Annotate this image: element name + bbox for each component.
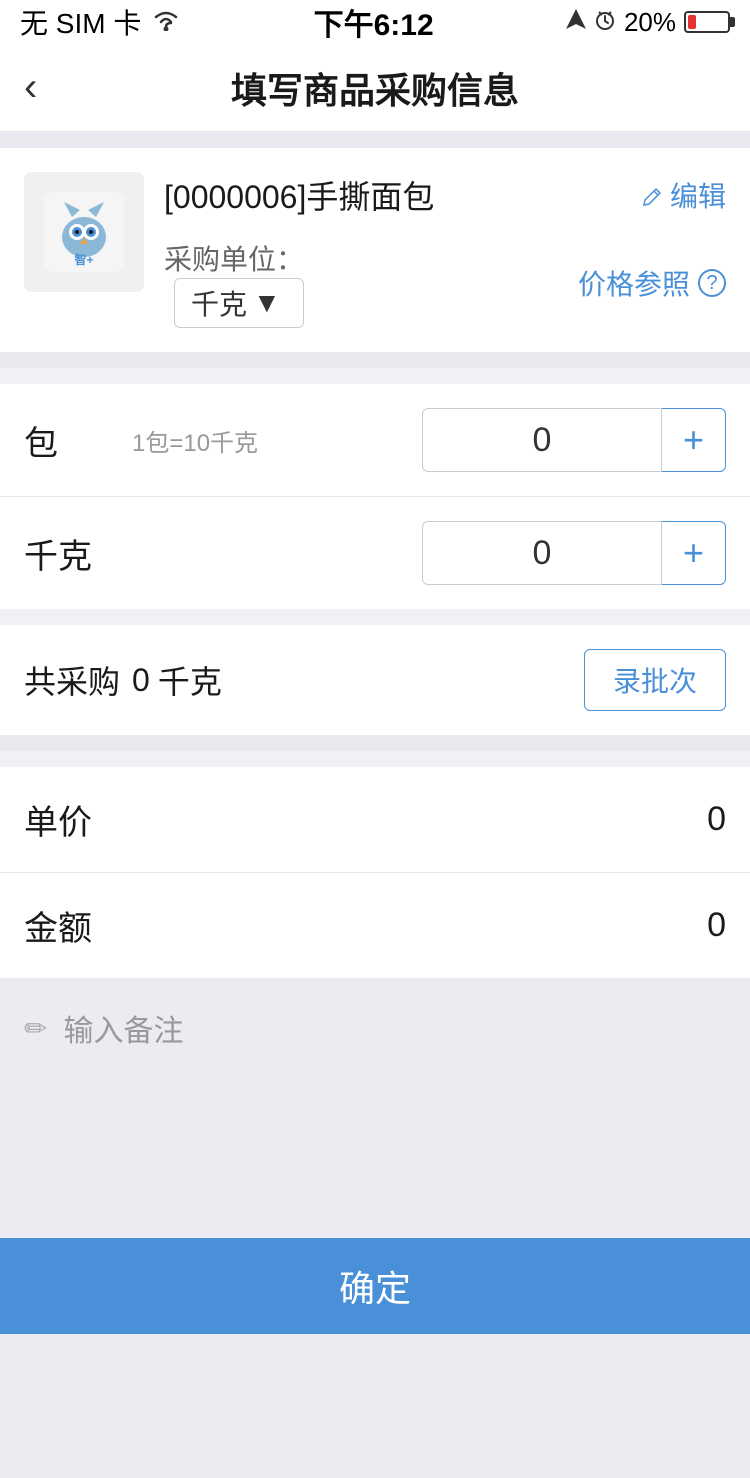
- detail-label-amount: 金额: [24, 901, 92, 950]
- status-left: 无 SIM 卡: [20, 2, 181, 42]
- svg-text:智+: 智+: [73, 252, 93, 267]
- summary-value: 0: [132, 662, 150, 699]
- battery-percent: 20%: [624, 7, 676, 38]
- summary-unit: 千克: [158, 657, 222, 703]
- battery-fill: [688, 15, 696, 29]
- nav-bar: ‹ 填写商品采购信息: [0, 44, 750, 132]
- summary-label: 共采购: [24, 657, 120, 703]
- row-sublabel-bao: 1包=10千克: [132, 423, 258, 458]
- status-right: 20%: [566, 7, 730, 38]
- detail-section: 单价 0 金额 0: [0, 767, 750, 978]
- dropdown-arrow: ▼: [253, 287, 281, 319]
- remark-section[interactable]: ✏ 输入备注: [0, 978, 750, 1078]
- edit-button[interactable]: 编辑: [642, 175, 726, 215]
- plus-button-kg[interactable]: +: [662, 521, 726, 585]
- unit-label-area: 采购单位： 千克 ▼: [164, 238, 304, 328]
- edit-label: 编辑: [670, 175, 726, 215]
- unit-label: 采购单位：: [164, 244, 304, 275]
- detail-row-price: 单价 0: [0, 767, 750, 873]
- confirm-button[interactable]: 确定: [0, 1238, 750, 1334]
- detail-label-price: 单价: [24, 795, 92, 844]
- product-name: [0000006]手撕面包: [164, 172, 434, 218]
- separator-middle: [0, 352, 750, 368]
- page-title: 填写商品采购信息: [231, 62, 519, 114]
- input-row-bao: 包 1包=10千克 +: [0, 384, 750, 497]
- summary-row: 共采购 0 千克 录批次: [0, 625, 750, 735]
- input-section: 包 1包=10千克 + 千克 +: [0, 384, 750, 609]
- row-label-kg: 千克: [24, 529, 124, 578]
- carrier-label: 无 SIM 卡: [20, 2, 141, 42]
- status-time: 下午6:12: [314, 0, 434, 44]
- detail-value-price: 0: [707, 800, 726, 839]
- input-bao[interactable]: [422, 408, 662, 472]
- price-ref-button[interactable]: 价格参照 ?: [578, 263, 726, 303]
- purchase-unit-row: 采购单位： 千克 ▼ 价格参照 ?: [164, 238, 726, 328]
- input-row-kg: 千克 +: [0, 497, 750, 609]
- alarm-icon: [594, 7, 616, 38]
- input-kg[interactable]: [422, 521, 662, 585]
- product-card: 智+ [0000006]手撕面包 编辑 采购单位： 千克 ▼: [0, 148, 750, 352]
- product-name-row: [0000006]手撕面包 编辑: [164, 172, 726, 218]
- wifi-icon: [151, 6, 181, 38]
- separator-detail: [0, 735, 750, 751]
- status-bar: 无 SIM 卡 下午6:12 20%: [0, 0, 750, 44]
- row-right-bao: +: [422, 408, 726, 472]
- product-image: 智+: [24, 172, 144, 292]
- detail-row-amount: 金额 0: [0, 873, 750, 978]
- help-icon: ?: [698, 269, 726, 297]
- price-ref-label: 价格参照: [578, 263, 690, 303]
- row-right-kg: +: [422, 521, 726, 585]
- back-button[interactable]: ‹: [24, 65, 37, 110]
- row-label-bao: 包: [24, 416, 124, 465]
- location-icon: [566, 7, 586, 38]
- battery-icon: [684, 11, 730, 33]
- record-batch-button[interactable]: 录批次: [584, 649, 726, 711]
- product-info: [0000006]手撕面包 编辑 采购单位： 千克 ▼ 价格参照 ?: [164, 172, 726, 328]
- unit-select[interactable]: 千克 ▼: [174, 278, 304, 328]
- detail-value-amount: 0: [707, 906, 726, 945]
- remark-placeholder: 输入备注: [63, 1006, 183, 1050]
- summary-section: 共采购 0 千克 录批次: [0, 625, 750, 735]
- pencil-icon: ✏: [24, 1012, 47, 1045]
- product-logo: 智+: [44, 192, 124, 272]
- separator-top: [0, 132, 750, 148]
- plus-button-bao[interactable]: +: [662, 408, 726, 472]
